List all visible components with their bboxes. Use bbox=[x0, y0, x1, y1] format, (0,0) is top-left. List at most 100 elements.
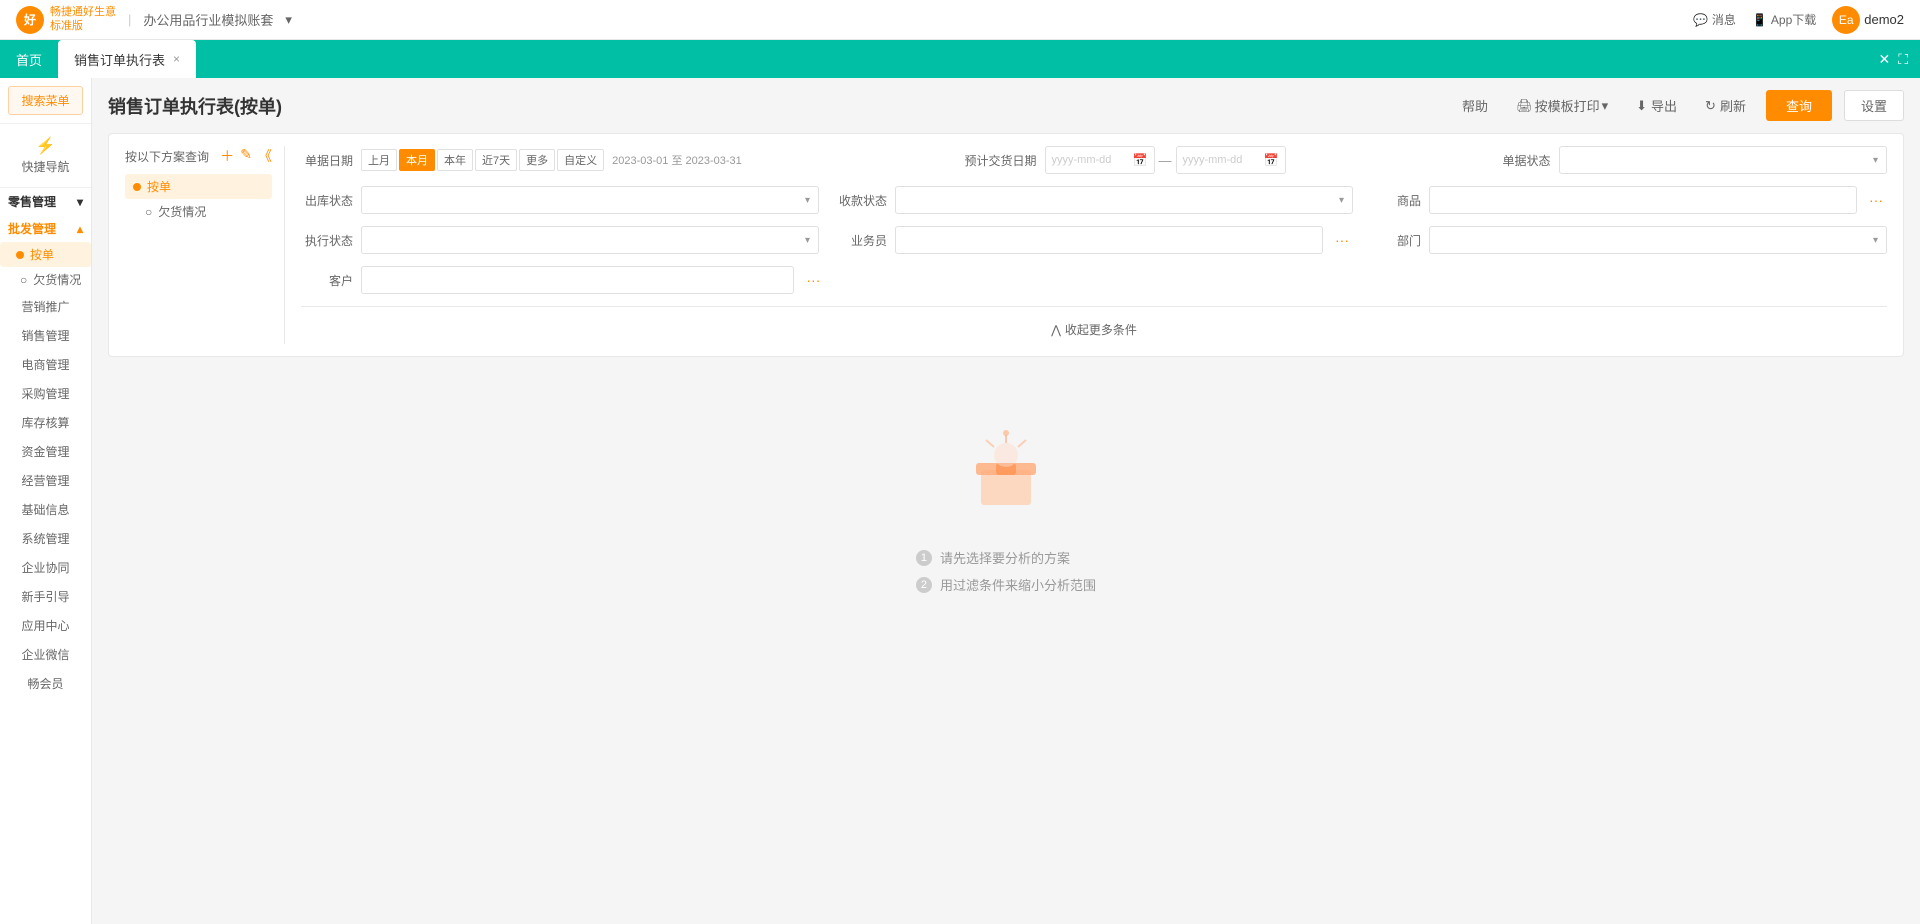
avatar: Ea bbox=[1832, 6, 1860, 34]
query-btn[interactable]: 查询 bbox=[1766, 90, 1832, 121]
sidebar-sub-debt[interactable]: ○ 欠货情况 bbox=[0, 267, 91, 292]
collapse-scheme-icon[interactable]: 《 bbox=[258, 146, 272, 166]
tab-home[interactable]: 首页 bbox=[0, 40, 58, 78]
sidebar-item-finance[interactable]: 资金管理 bbox=[0, 437, 91, 466]
scheme-item-order[interactable]: 按单 bbox=[125, 174, 272, 199]
date-from-placeholder: yyyy-mm-dd bbox=[1052, 154, 1112, 166]
main-layout: 搜索菜单 ⚡ 快捷导航 零售管理 ▾ 批发管理 ▴ 按单 ○ 欠货情况 营 bbox=[0, 78, 1920, 924]
inventory-label: 库存核算 bbox=[21, 414, 69, 431]
tab-active[interactable]: 销售订单执行表 × bbox=[58, 40, 196, 78]
content-area: 销售订单执行表(按单) 帮助 🖨 按模板打印 ▾ ⬇ 导出 ↻ 刷新 bbox=[92, 78, 1920, 924]
tip-num-1: 1 bbox=[916, 550, 932, 566]
scheme-dot-order bbox=[133, 183, 141, 191]
field-dept: 部门 ▾ bbox=[1369, 226, 1887, 254]
sidebar-item-wechat[interactable]: 企业微信 bbox=[0, 640, 91, 669]
expected-date-to[interactable]: yyyy-mm-dd 📅 bbox=[1176, 146, 1286, 174]
salesperson-ellipsis[interactable]: ··· bbox=[1331, 232, 1353, 248]
customer-input[interactable] bbox=[361, 266, 794, 294]
scheme-item-debt[interactable]: ○ 欠货情况 bbox=[125, 199, 272, 224]
date-tab-7days[interactable]: 近7天 bbox=[475, 149, 517, 171]
window-maximize-icon[interactable]: ⛶ bbox=[1898, 51, 1908, 68]
message-btn[interactable]: 💬 消息 bbox=[1693, 11, 1736, 28]
customer-ellipsis[interactable]: ··· bbox=[802, 272, 824, 288]
sidebar-item-inventory[interactable]: 库存核算 bbox=[0, 408, 91, 437]
app-center-label: 应用中心 bbox=[21, 617, 69, 634]
exec-status-select[interactable]: ▾ bbox=[361, 226, 819, 254]
add-scheme-icon[interactable]: ＋ bbox=[220, 146, 234, 166]
sidebar-item-purchase[interactable]: 采购管理 bbox=[0, 379, 91, 408]
app-dropdown-icon[interactable]: ▾ bbox=[285, 12, 292, 28]
quick-nav-icon: ⚡ bbox=[36, 136, 56, 156]
finance-label: 资金管理 bbox=[21, 443, 69, 460]
status-select[interactable]: ▾ bbox=[1559, 146, 1888, 174]
goods-input[interactable] bbox=[1429, 186, 1857, 214]
retail-arrow: ▾ bbox=[77, 195, 83, 209]
settings-btn[interactable]: 设置 bbox=[1844, 90, 1904, 121]
sidebar-search-area: 搜索菜单 bbox=[0, 78, 91, 124]
scheme-icons: ＋ ✎ 《 bbox=[220, 146, 272, 166]
cal-from-icon: 📅 bbox=[1133, 153, 1148, 167]
system-label: 系统管理 bbox=[21, 530, 69, 547]
search-menu-btn[interactable]: 搜索菜单 bbox=[8, 86, 83, 115]
date-tab-this-year[interactable]: 本年 bbox=[437, 149, 473, 171]
sidebar: 搜索菜单 ⚡ 快捷导航 零售管理 ▾ 批发管理 ▴ 按单 ○ 欠货情况 营 bbox=[0, 78, 92, 924]
window-close-icon[interactable]: ✕ bbox=[1878, 51, 1890, 68]
ship-chevron: ▾ bbox=[805, 195, 810, 206]
field-ship-status: 出库状态 ▾ bbox=[301, 186, 819, 214]
sidebar-item-operations[interactable]: 经营管理 bbox=[0, 466, 91, 495]
filter-row-3: 执行状态 ▾ 业务员 ··· bbox=[301, 226, 1887, 254]
sidebar-item-enterprise[interactable]: 企业协同 bbox=[0, 553, 91, 582]
username-label: demo2 bbox=[1864, 12, 1904, 27]
tab-close-icon[interactable]: × bbox=[173, 52, 180, 66]
sidebar-item-basic[interactable]: 基础信息 bbox=[0, 495, 91, 524]
user-area[interactable]: Ea demo2 bbox=[1832, 6, 1904, 34]
sidebar-item-wholesale[interactable]: 批发管理 ▴ bbox=[0, 215, 91, 242]
salesperson-input[interactable] bbox=[895, 226, 1323, 254]
help-btn[interactable]: 帮助 bbox=[1454, 92, 1496, 119]
sidebar-sub-order[interactable]: 按单 bbox=[0, 242, 91, 267]
sidebar-item-marketing[interactable]: 营销推广 bbox=[0, 292, 91, 321]
date-tabs: 上月 本月 本年 近7天 更多 自定义 bbox=[361, 149, 604, 171]
empty-tip-2: 2 用过滤条件来缩小分析范围 bbox=[916, 575, 1096, 594]
debt-sub-label: 欠货情况 bbox=[158, 203, 206, 220]
payment-chevron: ▾ bbox=[1339, 195, 1344, 206]
status-label: 单据状态 bbox=[1499, 152, 1551, 169]
goods-ellipsis[interactable]: ··· bbox=[1865, 192, 1887, 208]
app-download-btn[interactable]: 📱 App下载 bbox=[1752, 11, 1816, 28]
breadcrumb-separator: | bbox=[128, 12, 131, 27]
sidebar-item-quick-nav[interactable]: ⚡ 快捷导航 bbox=[0, 130, 91, 181]
sales-mgmt-label: 销售管理 bbox=[21, 327, 69, 344]
header-right: 💬 消息 📱 App下载 Ea demo2 bbox=[1693, 6, 1904, 34]
sidebar-item-app-center[interactable]: 应用中心 bbox=[0, 611, 91, 640]
sidebar-item-system[interactable]: 系统管理 bbox=[0, 524, 91, 553]
ship-status-select[interactable]: ▾ bbox=[361, 186, 819, 214]
date-tab-last-month[interactable]: 上月 bbox=[361, 149, 397, 171]
basic-label: 基础信息 bbox=[21, 501, 69, 518]
cal-to-icon: 📅 bbox=[1264, 153, 1279, 167]
sidebar-item-member[interactable]: 畅会员 bbox=[0, 669, 91, 698]
expected-date-label: 预计交货日期 bbox=[965, 152, 1037, 169]
filter-row-1: 单据日期 上月 本月 本年 近7天 更多 自定义 bbox=[301, 146, 1887, 174]
edit-scheme-icon[interactable]: ✎ bbox=[240, 146, 252, 166]
operations-label: 经营管理 bbox=[21, 472, 69, 489]
refresh-btn[interactable]: ↻ 刷新 bbox=[1697, 92, 1754, 119]
date-tab-more[interactable]: 更多 bbox=[519, 149, 555, 171]
filter-layout: 按以下方案查询 ＋ ✎ 《 按单 ○ bbox=[125, 146, 1887, 344]
sidebar-item-newbie[interactable]: 新手引导 bbox=[0, 582, 91, 611]
export-btn[interactable]: ⬇ 导出 bbox=[1628, 92, 1685, 119]
field-salesperson: 业务员 ··· bbox=[835, 226, 1353, 254]
template-print-btn[interactable]: 🖨 按模板打印 ▾ bbox=[1508, 92, 1616, 119]
expected-date-from[interactable]: yyyy-mm-dd 📅 bbox=[1045, 146, 1155, 174]
filter-row-4: 客户 ··· bbox=[301, 266, 824, 294]
sidebar-item-retail[interactable]: 零售管理 ▾ bbox=[0, 188, 91, 215]
date-tab-custom[interactable]: 自定义 bbox=[557, 149, 604, 171]
tab-bar: 首页 销售订单执行表 × ✕ ⛶ bbox=[0, 40, 1920, 78]
payment-status-select[interactable]: ▾ bbox=[895, 186, 1353, 214]
goods-label: 商品 bbox=[1369, 192, 1421, 209]
date-tab-this-month[interactable]: 本月 bbox=[399, 149, 435, 171]
logo-area: 好 畅捷通好生意 标准版 bbox=[16, 6, 116, 34]
sidebar-item-ecommerce[interactable]: 电商管理 bbox=[0, 350, 91, 379]
sidebar-item-sales-mgmt[interactable]: 销售管理 bbox=[0, 321, 91, 350]
dept-select[interactable]: ▾ bbox=[1429, 226, 1887, 254]
collapse-more-btn[interactable]: ⋀ 收起更多条件 bbox=[301, 315, 1887, 344]
